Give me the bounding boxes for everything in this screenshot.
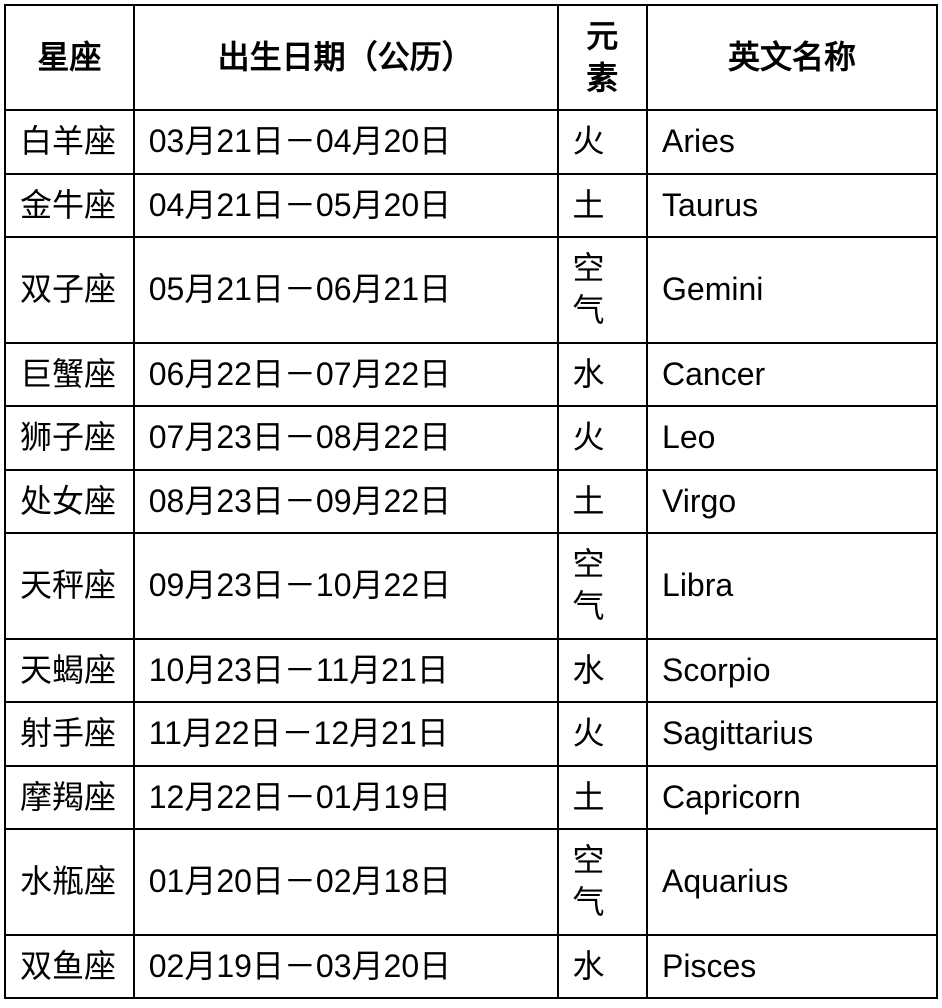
cell-element: 火 bbox=[558, 702, 647, 766]
cell-english: Capricorn bbox=[647, 766, 937, 830]
table-row: 双鱼座02月19日－03月20日水Pisces bbox=[5, 935, 937, 999]
cell-sign: 双鱼座 bbox=[5, 935, 134, 999]
cell-element: 土 bbox=[558, 174, 647, 238]
cell-date: 10月23日－11月21日 bbox=[134, 639, 558, 703]
cell-element: 空气 bbox=[558, 237, 647, 342]
cell-sign: 摩羯座 bbox=[5, 766, 134, 830]
cell-english: Aries bbox=[647, 110, 937, 174]
table-row: 摩羯座12月22日－01月19日土Capricorn bbox=[5, 766, 937, 830]
table-row: 狮子座07月23日－08月22日火Leo bbox=[5, 406, 937, 470]
zodiac-table: 星座 出生日期（公历） 元素 英文名称 白羊座03月21日－04月20日火Ari… bbox=[4, 4, 938, 999]
zodiac-table-container: 星座 出生日期（公历） 元素 英文名称 白羊座03月21日－04月20日火Ari… bbox=[0, 0, 942, 1008]
cell-sign: 狮子座 bbox=[5, 406, 134, 470]
cell-element: 水 bbox=[558, 343, 647, 407]
cell-element: 土 bbox=[558, 470, 647, 534]
cell-english: Aquarius bbox=[647, 829, 937, 934]
header-english: 英文名称 bbox=[647, 5, 937, 110]
cell-sign: 巨蟹座 bbox=[5, 343, 134, 407]
cell-english: Pisces bbox=[647, 935, 937, 999]
cell-english: Virgo bbox=[647, 470, 937, 534]
cell-element: 空气 bbox=[558, 533, 647, 638]
table-row: 巨蟹座06月22日－07月22日水Cancer bbox=[5, 343, 937, 407]
cell-date: 02月19日－03月20日 bbox=[134, 935, 558, 999]
table-row: 天秤座09月23日－10月22日空气Libra bbox=[5, 533, 937, 638]
table-row: 白羊座03月21日－04月20日火Aries bbox=[5, 110, 937, 174]
table-row: 处女座08月23日－09月22日土Virgo bbox=[5, 470, 937, 534]
table-row: 天蝎座10月23日－11月21日水Scorpio bbox=[5, 639, 937, 703]
cell-sign: 天秤座 bbox=[5, 533, 134, 638]
cell-english: Leo bbox=[647, 406, 937, 470]
cell-sign: 水瓶座 bbox=[5, 829, 134, 934]
cell-english: Libra bbox=[647, 533, 937, 638]
cell-english: Sagittarius bbox=[647, 702, 937, 766]
table-row: 金牛座04月21日－05月20日土Taurus bbox=[5, 174, 937, 238]
cell-english: Scorpio bbox=[647, 639, 937, 703]
cell-element: 火 bbox=[558, 110, 647, 174]
cell-date: 11月22日－12月21日 bbox=[134, 702, 558, 766]
cell-english: Gemini bbox=[647, 237, 937, 342]
cell-date: 07月23日－08月22日 bbox=[134, 406, 558, 470]
cell-date: 09月23日－10月22日 bbox=[134, 533, 558, 638]
cell-date: 04月21日－05月20日 bbox=[134, 174, 558, 238]
table-row: 射手座11月22日－12月21日火Sagittarius bbox=[5, 702, 937, 766]
cell-english: Cancer bbox=[647, 343, 937, 407]
header-sign: 星座 bbox=[5, 5, 134, 110]
cell-date: 06月22日－07月22日 bbox=[134, 343, 558, 407]
cell-date: 12月22日－01月19日 bbox=[134, 766, 558, 830]
cell-element: 火 bbox=[558, 406, 647, 470]
cell-element: 土 bbox=[558, 766, 647, 830]
cell-sign: 白羊座 bbox=[5, 110, 134, 174]
cell-sign: 双子座 bbox=[5, 237, 134, 342]
cell-sign: 处女座 bbox=[5, 470, 134, 534]
cell-element: 水 bbox=[558, 639, 647, 703]
table-header-row: 星座 出生日期（公历） 元素 英文名称 bbox=[5, 5, 937, 110]
header-date: 出生日期（公历） bbox=[134, 5, 558, 110]
cell-sign: 射手座 bbox=[5, 702, 134, 766]
cell-english: Taurus bbox=[647, 174, 937, 238]
cell-date: 01月20日－02月18日 bbox=[134, 829, 558, 934]
table-row: 水瓶座01月20日－02月18日空气Aquarius bbox=[5, 829, 937, 934]
table-row: 双子座05月21日－06月21日空气Gemini bbox=[5, 237, 937, 342]
cell-date: 03月21日－04月20日 bbox=[134, 110, 558, 174]
cell-date: 08月23日－09月22日 bbox=[134, 470, 558, 534]
cell-element: 空气 bbox=[558, 829, 647, 934]
header-element: 元素 bbox=[558, 5, 647, 110]
cell-sign: 天蝎座 bbox=[5, 639, 134, 703]
cell-element: 水 bbox=[558, 935, 647, 999]
cell-date: 05月21日－06月21日 bbox=[134, 237, 558, 342]
cell-sign: 金牛座 bbox=[5, 174, 134, 238]
